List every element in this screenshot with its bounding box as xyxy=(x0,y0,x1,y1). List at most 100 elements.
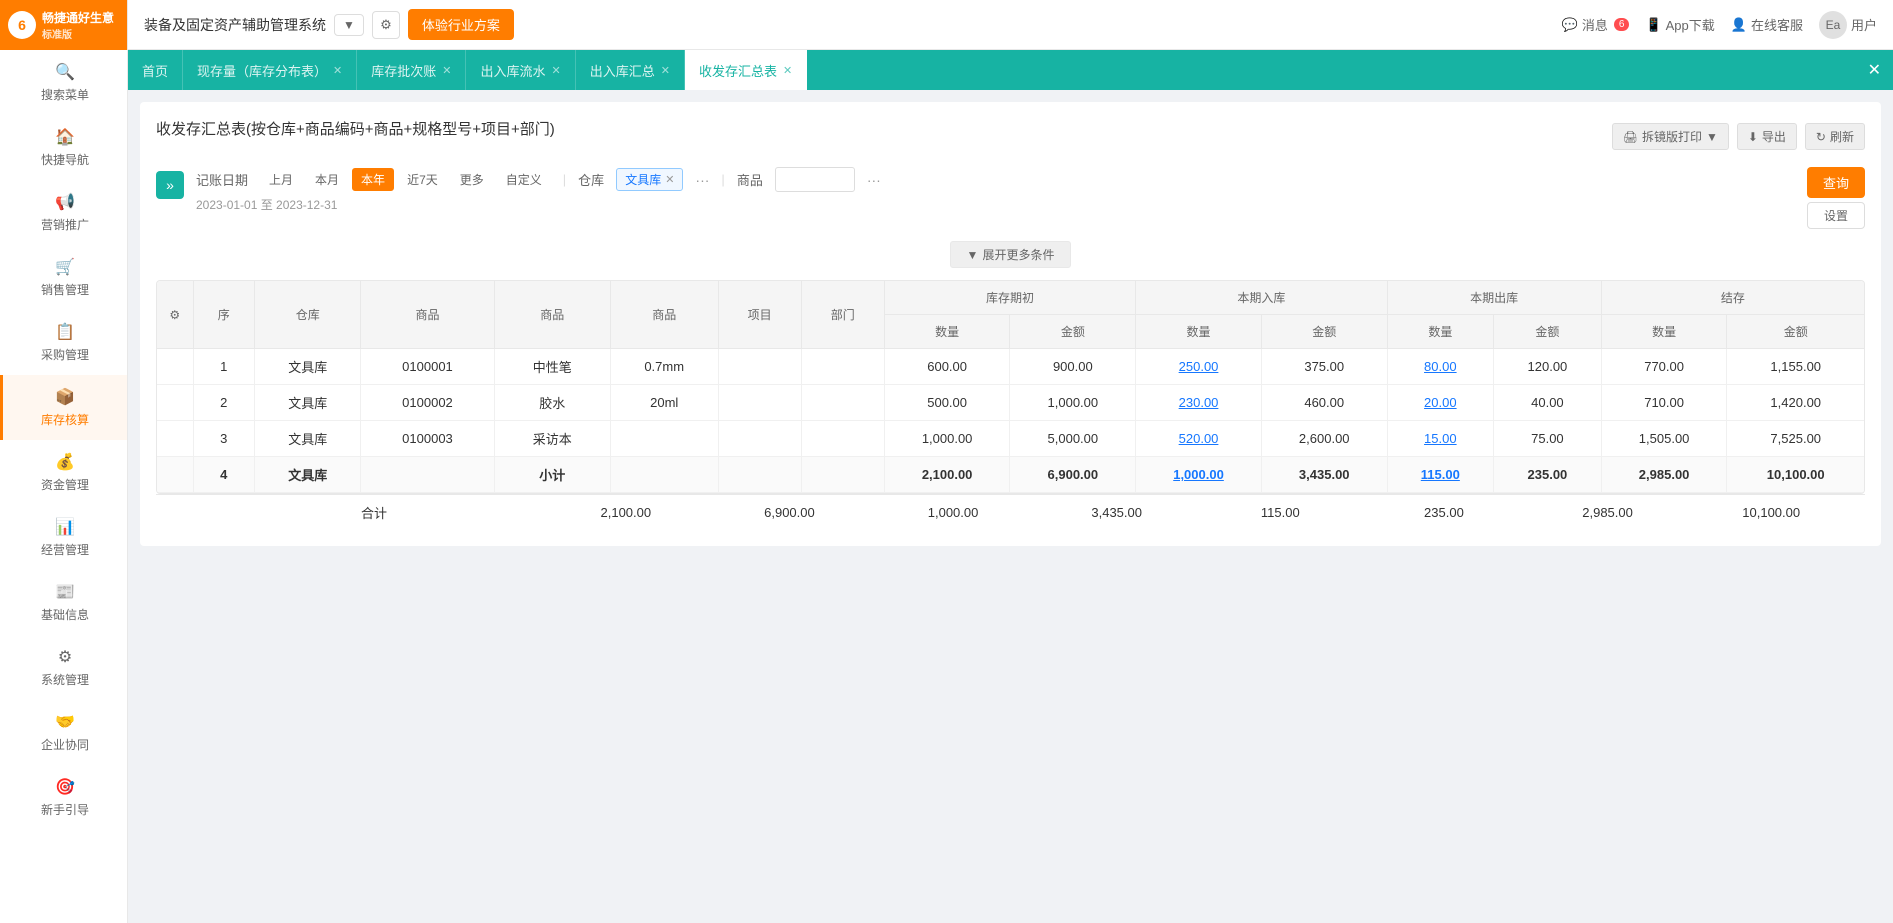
sidebar-item-label: 库存核算 xyxy=(41,411,89,428)
table-cell: 2 xyxy=(193,385,255,421)
refresh-button[interactable]: ↻ 刷新 xyxy=(1805,123,1865,150)
sidebar-item-operation[interactable]: 📊 经营管理 xyxy=(0,505,127,570)
filter-settings-button[interactable]: 设置 xyxy=(1807,202,1865,229)
guide-icon: 🎯 xyxy=(55,777,75,797)
marketing-icon: 📢 xyxy=(55,192,75,212)
tab-close-stock-summary[interactable]: ✕ xyxy=(783,64,792,77)
app-download-item[interactable]: 📱 App下载 xyxy=(1645,15,1714,34)
tab-home[interactable]: 首页 xyxy=(128,50,183,90)
sidebar-item-inventory[interactable]: 📦 库存核算 xyxy=(0,375,127,440)
goods-ellipsis[interactable]: ··· xyxy=(867,172,881,188)
sidebar-item-system[interactable]: ⚙ 系统管理 xyxy=(0,635,127,700)
table-cell[interactable]: 80.00 xyxy=(1387,349,1493,385)
row-settings-cell xyxy=(157,457,193,493)
table-cell: 10,100.00 xyxy=(1727,457,1864,493)
table-row: 2文具库0100002胶水20ml500.001,000.00230.00460… xyxy=(157,385,1864,421)
tab-in-out-flow[interactable]: 出入库流水 ✕ xyxy=(466,50,575,90)
shortcut-more[interactable]: 更多 xyxy=(451,168,493,191)
online-service-item[interactable]: 👤 在线客服 xyxy=(1731,15,1803,34)
table-cell: 6,900.00 xyxy=(1010,457,1136,493)
sidebar-item-sales[interactable]: 🛒 销售管理 xyxy=(0,245,127,310)
col-out-header: 本期出库 xyxy=(1387,281,1601,315)
expand-more-button[interactable]: ▼ 展开更多条件 xyxy=(950,241,1072,268)
export-button[interactable]: ⬇ 导出 xyxy=(1737,123,1797,150)
tab-close-inventory-dist[interactable]: ✕ xyxy=(333,64,342,77)
message-item[interactable]: 💬 消息 6 xyxy=(1562,15,1630,34)
tab-stock-summary[interactable]: 收发存汇总表 ✕ xyxy=(685,50,807,90)
warehouse-tag-close[interactable]: ✕ xyxy=(665,173,674,186)
sidebar-item-quick-nav[interactable]: 🏠 快捷导航 xyxy=(0,115,127,180)
shortcut-this-month[interactable]: 本月 xyxy=(306,168,348,191)
table-cell: 40.00 xyxy=(1494,385,1602,421)
trial-button[interactable]: 体验行业方案 xyxy=(408,9,514,40)
col-in-header: 本期入库 xyxy=(1136,281,1387,315)
table-header-group-row: ⚙ 序 仓库 商品 商品 商品 项目 部门 库存期初 本期入库 本期出库 xyxy=(157,281,1864,315)
total-in-qty: 1,000.00 xyxy=(871,505,1035,520)
tab-in-out-summary[interactable]: 出入库汇总 ✕ xyxy=(576,50,685,90)
table-cell[interactable]: 250.00 xyxy=(1136,349,1262,385)
message-label: 消息 xyxy=(1582,15,1608,34)
table-cell[interactable]: 115.00 xyxy=(1387,457,1493,493)
table-cell: 2,985.00 xyxy=(1601,457,1727,493)
table-cell xyxy=(801,385,884,421)
sidebar-item-basic[interactable]: 📰 基础信息 xyxy=(0,570,127,635)
total-label: 合计 xyxy=(204,503,544,522)
tab-bar-close[interactable]: ✕ xyxy=(1856,60,1893,80)
table-cell xyxy=(361,457,494,493)
system-dropdown[interactable]: ▼ xyxy=(334,14,364,36)
user-label: 用户 xyxy=(1851,15,1877,34)
table-cell: 235.00 xyxy=(1494,457,1602,493)
message-badge: 6 xyxy=(1614,18,1630,31)
table-cell: 375.00 xyxy=(1261,349,1387,385)
operation-icon: 📊 xyxy=(55,517,75,537)
table-cell: 900.00 xyxy=(1010,349,1136,385)
sidebar: 6 畅捷通好生意 标准版 🔍 搜索菜单 🏠 快捷导航 📢 营销推广 🛒 销售管理… xyxy=(0,0,128,923)
filter-toggle-btn[interactable]: » xyxy=(156,171,184,199)
user-item[interactable]: Ea 用户 xyxy=(1819,11,1877,39)
col-in-amt-header: 金额 xyxy=(1261,315,1387,349)
export-icon: ⬇ xyxy=(1748,130,1758,144)
sidebar-item-label: 快捷导航 xyxy=(41,151,89,168)
app-download-label: App下载 xyxy=(1666,15,1715,34)
tab-inventory-dist[interactable]: 现存量（库存分布表） ✕ xyxy=(183,50,357,90)
tab-close-in-out-summary[interactable]: ✕ xyxy=(661,64,670,77)
table-cell: 120.00 xyxy=(1494,349,1602,385)
print-button[interactable]: 🖨 拆镜版打印 ▼ xyxy=(1612,123,1729,150)
sidebar-item-marketing[interactable]: 📢 营销推广 xyxy=(0,180,127,245)
table-cell[interactable]: 230.00 xyxy=(1136,385,1262,421)
table-cell[interactable]: 1,000.00 xyxy=(1136,457,1262,493)
goods-filter-input[interactable] xyxy=(775,167,855,192)
purchase-icon: 📋 xyxy=(55,322,75,342)
table-row: 4文具库小计2,100.006,900.001,000.003,435.0011… xyxy=(157,457,1864,493)
warehouse-tag: 文具库 ✕ xyxy=(616,168,683,191)
col-closing-header: 结存 xyxy=(1601,281,1864,315)
tab-close-in-out-flow[interactable]: ✕ xyxy=(552,64,561,77)
sidebar-item-finance[interactable]: 💰 资金管理 xyxy=(0,440,127,505)
warehouse-ellipsis[interactable]: ··· xyxy=(695,172,709,188)
col-opening-amt-header: 金额 xyxy=(1010,315,1136,349)
tab-bar: 首页 现存量（库存分布表） ✕ 库存批次账 ✕ 出入库流水 ✕ 出入库汇总 ✕ … xyxy=(128,50,1893,90)
table-cell[interactable]: 15.00 xyxy=(1387,421,1493,457)
shortcut-this-year[interactable]: 本年 xyxy=(352,168,394,191)
shortcut-7days[interactable]: 近7天 xyxy=(398,168,447,191)
sidebar-item-label: 销售管理 xyxy=(41,281,89,298)
service-icon: 👤 xyxy=(1731,17,1747,33)
sidebar-item-label: 营销推广 xyxy=(41,216,89,233)
total-opening-amt: 6,900.00 xyxy=(708,505,872,520)
summary-table: ⚙ 序 仓库 商品 商品 商品 项目 部门 库存期初 本期入库 本期出库 xyxy=(157,281,1864,493)
shortcut-custom[interactable]: 自定义 xyxy=(497,168,551,191)
tab-close-batch[interactable]: ✕ xyxy=(442,64,451,77)
sidebar-item-guide[interactable]: 🎯 新手引导 xyxy=(0,765,127,830)
shortcut-last-month[interactable]: 上月 xyxy=(260,168,302,191)
sidebar-item-purchase[interactable]: 📋 采购管理 xyxy=(0,310,127,375)
gear-button[interactable]: ⚙ xyxy=(372,11,400,39)
sidebar-item-enterprise[interactable]: 🤝 企业协同 xyxy=(0,700,127,765)
sidebar-item-search[interactable]: 🔍 搜索菜单 xyxy=(0,50,127,115)
col-settings-header: ⚙ xyxy=(157,281,193,349)
table-cell[interactable]: 520.00 xyxy=(1136,421,1262,457)
query-button[interactable]: 查询 xyxy=(1807,167,1865,198)
table-cell[interactable]: 20.00 xyxy=(1387,385,1493,421)
tab-batch[interactable]: 库存批次账 ✕ xyxy=(357,50,466,90)
table-cell: 1,505.00 xyxy=(1601,421,1727,457)
filter-separator: | xyxy=(563,172,566,187)
